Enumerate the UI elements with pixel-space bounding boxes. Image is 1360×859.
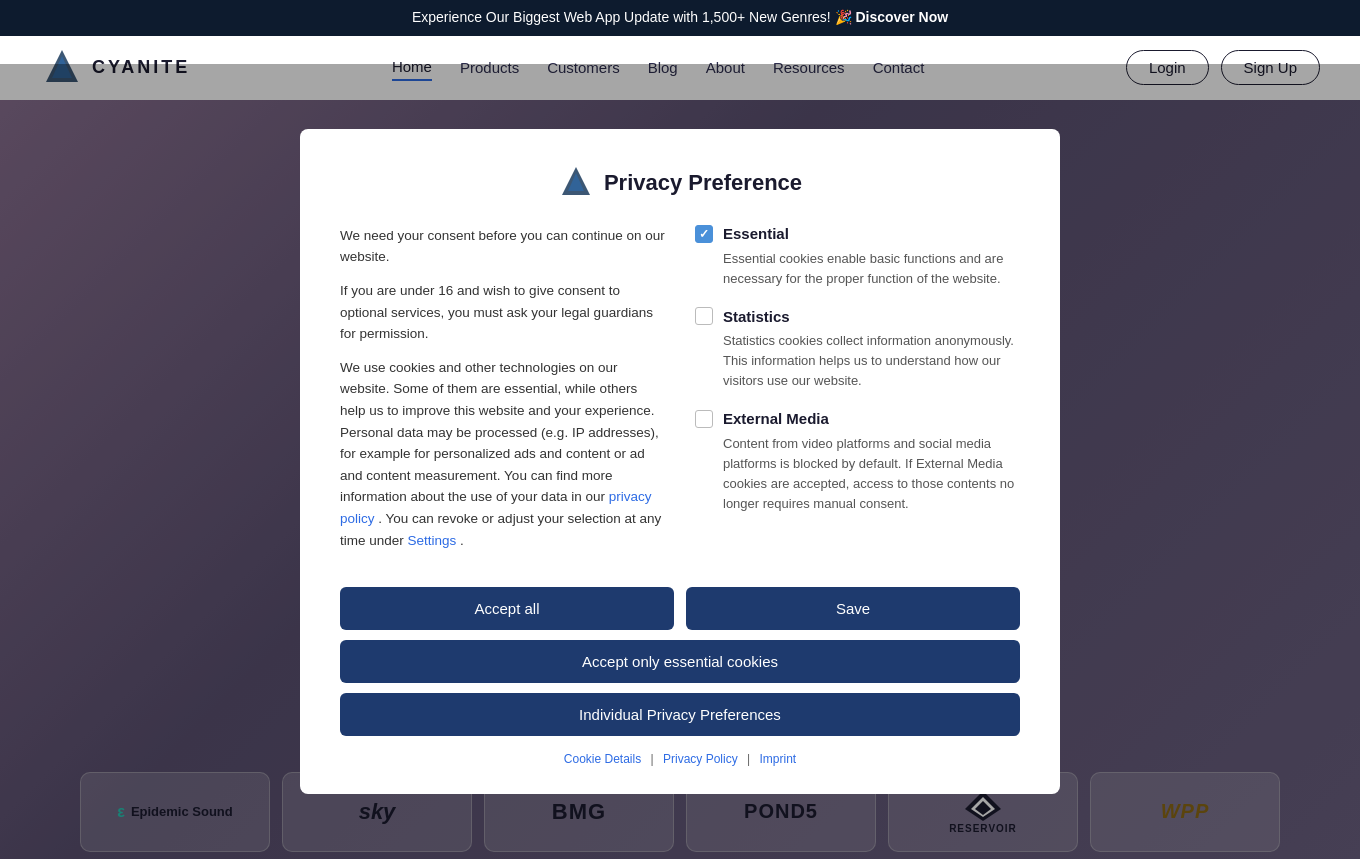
sep1: | [651,752,657,766]
buttons-row2: Accept only essential cookies [340,640,1020,683]
essential-option: Essential Essential cookies enable basic… [695,225,1020,289]
external-media-option: External Media Content from video platfo… [695,410,1020,515]
statistics-header: Statistics [695,307,1020,325]
cookie-details-link[interactable]: Cookie Details [564,752,641,766]
banner-link[interactable]: Discover Now [856,9,949,25]
banner-text: Experience Our Biggest Web App Update wi… [412,9,852,25]
accept-all-button[interactable]: Accept all [340,587,674,630]
consent-para3-text: We use cookies and other technologies on… [340,360,659,505]
modal-right-column: Essential Essential cookies enable basic… [695,225,1020,563]
essential-checkbox[interactable] [695,225,713,243]
modal-footer: Cookie Details | Privacy Policy | Imprin… [340,752,1020,766]
modal-body: We need your consent before you can cont… [340,225,1020,563]
modal-logo-icon [558,165,594,201]
essential-label: Essential [723,225,789,242]
essential-desc: Essential cookies enable basic functions… [695,249,1020,289]
consent-para2: If you are under 16 and wish to give con… [340,280,665,345]
sep2: | [747,752,753,766]
save-button[interactable]: Save [686,587,1020,630]
external-media-header: External Media [695,410,1020,428]
modal-title: Privacy Preference [604,170,802,196]
statistics-option: Statistics Statistics cookies collect in… [695,307,1020,391]
privacy-modal: Privacy Preference We need your consent … [300,129,1060,794]
modal-header: Privacy Preference [340,165,1020,201]
essential-header: Essential [695,225,1020,243]
statistics-checkbox[interactable] [695,307,713,325]
modal-left-column: We need your consent before you can cont… [340,225,665,563]
buttons-row1: Accept all Save [340,587,1020,630]
privacy-policy-footer-link[interactable]: Privacy Policy [663,752,738,766]
buttons-row3: Individual Privacy Preferences [340,693,1020,736]
settings-link[interactable]: Settings [408,533,457,548]
top-banner: Experience Our Biggest Web App Update wi… [0,0,1360,36]
consent-para4-end: . [460,533,464,548]
imprint-link[interactable]: Imprint [759,752,796,766]
external-media-label: External Media [723,410,829,427]
page-background: ε Epidemic Sound sky BMG POND5 RESERVOIR [0,64,1360,859]
consent-para4-suffix: . You can revoke or adjust your selectio… [340,511,661,548]
external-media-checkbox[interactable] [695,410,713,428]
accept-essential-button[interactable]: Accept only essential cookies [340,640,1020,683]
modal-overlay: Privacy Preference We need your consent … [0,64,1360,859]
consent-para1: We need your consent before you can cont… [340,225,665,268]
external-media-desc: Content from video platforms and social … [695,434,1020,515]
statistics-desc: Statistics cookies collect information a… [695,331,1020,391]
individual-privacy-button[interactable]: Individual Privacy Preferences [340,693,1020,736]
statistics-label: Statistics [723,308,790,325]
consent-para3: We use cookies and other technologies on… [340,357,665,551]
